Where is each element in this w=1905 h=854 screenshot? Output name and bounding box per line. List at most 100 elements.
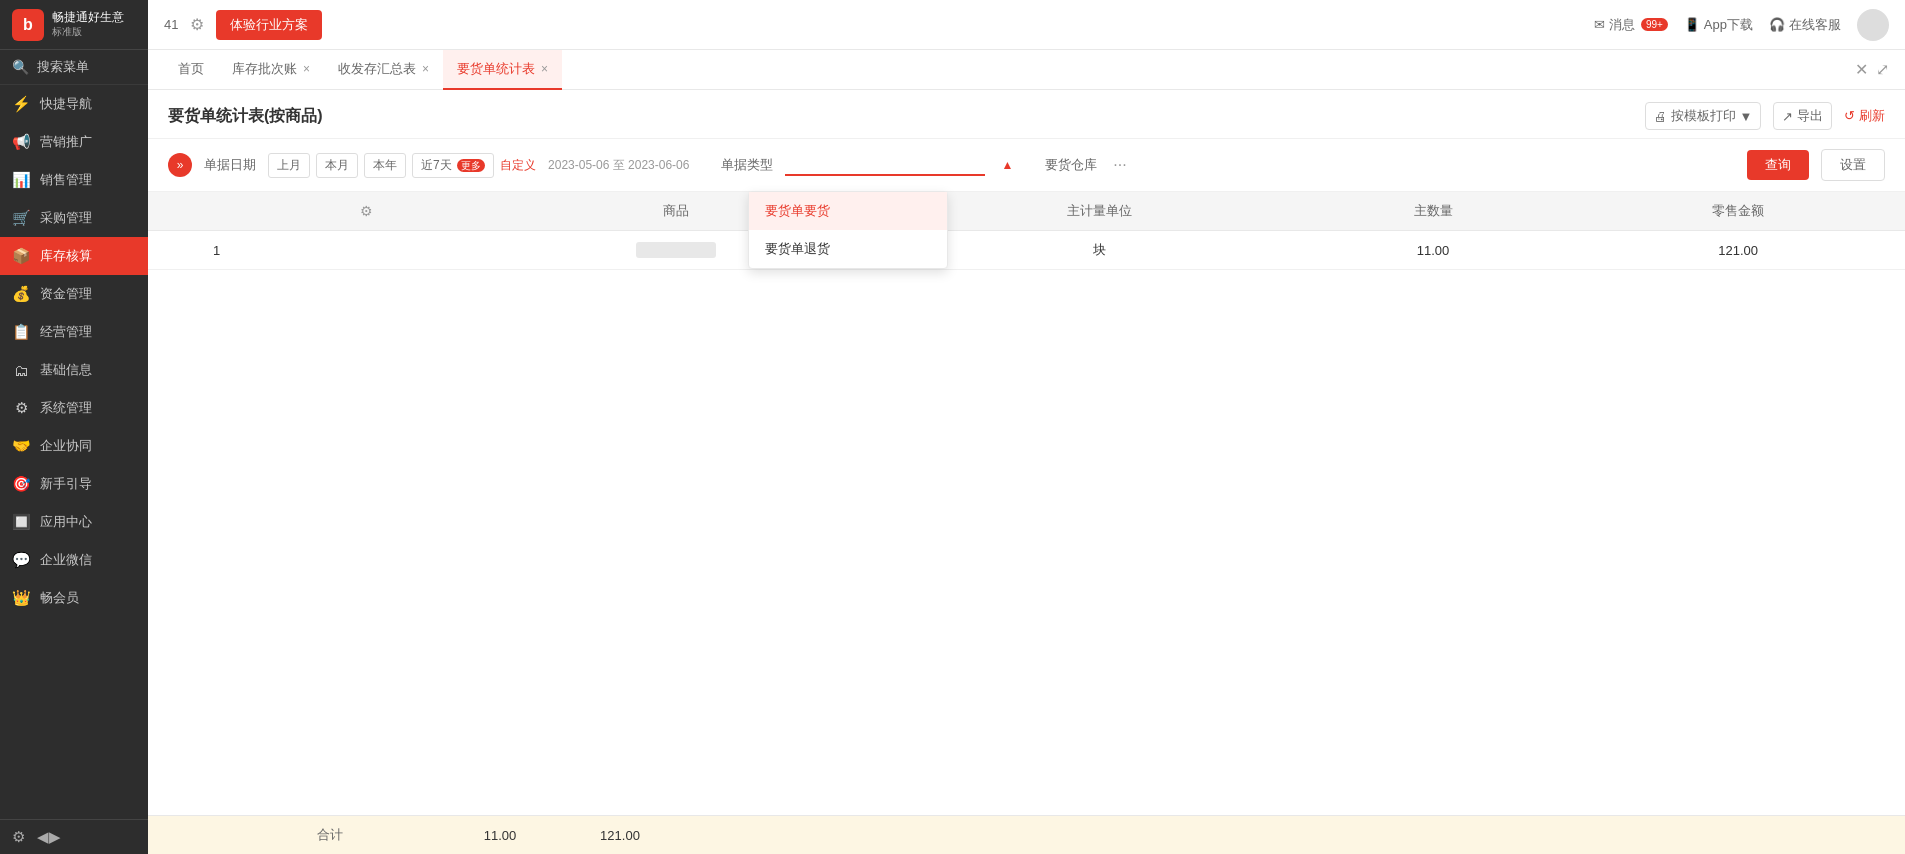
filter-recent-btn[interactable]: 近7天 更多 [412, 153, 494, 178]
tab-batch-ledger-label: 库存批次账 [232, 60, 297, 78]
sidebar-bottom: ⚙ ◀▶ [0, 819, 148, 854]
sidebar-item-wechat[interactable]: 💬 企业微信 [0, 541, 148, 579]
sidebar-item-inventory[interactable]: 📦 库存核算 [0, 237, 148, 275]
online-service-button[interactable]: 🎧 在线客服 [1769, 16, 1841, 34]
filter-type-chevron-up-icon[interactable]: ▲ [1001, 158, 1013, 172]
print-button[interactable]: 🖨 按模板打印 ▼ [1645, 102, 1762, 130]
refresh-button[interactable]: ↺ 刷新 [1844, 107, 1885, 125]
tab-batch-ledger-close[interactable]: × [303, 62, 310, 76]
cell-seq: 1 [148, 231, 285, 270]
search-icon: 🔍 [12, 59, 29, 75]
sidebar-item-base-info[interactable]: 🗂 基础信息 [0, 351, 148, 389]
print-label: 按模板打印 [1671, 107, 1736, 125]
export-button[interactable]: ↗ 导出 [1773, 102, 1832, 130]
messages-label: 消息 [1609, 16, 1635, 34]
cell-settings [285, 231, 447, 270]
print-chevron-icon: ▼ [1740, 109, 1753, 124]
settings-bottom-icon[interactable]: ⚙ [12, 828, 25, 846]
sidebar-item-label: 基础信息 [40, 361, 92, 379]
trial-button[interactable]: 体验行业方案 [216, 10, 322, 40]
messages-button[interactable]: ✉ 消息 99+ [1594, 16, 1668, 34]
tab-maximize-icon[interactable]: ⤢ [1876, 60, 1889, 79]
dropdown-item-order-return[interactable]: 要货单退货 [749, 230, 947, 268]
sidebar-item-sales[interactable]: 📊 销售管理 [0, 161, 148, 199]
sidebar-item-finance[interactable]: 💰 资金管理 [0, 275, 148, 313]
finance-icon: 💰 [12, 285, 30, 303]
page-content: 要货单统计表(按商品) 🖨 按模板打印 ▼ ↗ 导出 ↺ 刷新 [148, 90, 1905, 854]
dropdown-item-label: 要货单要货 [765, 203, 830, 218]
table-footer: 合计 11.00 121.00 [148, 815, 1905, 854]
tab-batch-ledger[interactable]: 库存批次账 × [218, 50, 324, 90]
page-header: 要货单统计表(按商品) 🖨 按模板打印 ▼ ↗ 导出 ↺ 刷新 [148, 90, 1905, 139]
operations-icon: 📋 [12, 323, 30, 341]
sidebar-item-label: 企业协同 [40, 437, 92, 455]
print-icon: 🖨 [1654, 109, 1667, 124]
tab-home[interactable]: 首页 [164, 50, 218, 90]
cell-quantity: 11.00 [1295, 231, 1572, 270]
avatar[interactable] [1857, 9, 1889, 41]
search-menu[interactable]: 🔍 搜索菜单 [0, 50, 148, 85]
sidebar-item-member[interactable]: 👑 畅会员 [0, 579, 148, 617]
tab-collection-label: 收发存汇总表 [338, 60, 416, 78]
filter-date-label: 单据日期 [204, 156, 256, 174]
table-settings-icon[interactable]: ⚙ [360, 203, 373, 219]
tab-order-stats-label: 要货单统计表 [457, 60, 535, 78]
topbar: 41 ⚙ 体验行业方案 ✉ 消息 99+ 📱 App下载 🎧 在线客服 [148, 0, 1905, 50]
col-settings[interactable]: ⚙ [285, 192, 447, 231]
table-container: ⚙ 商品 主计量单位 主数量 零售金额 1 [148, 192, 1905, 815]
sidebar-item-app-center[interactable]: 🔲 应用中心 [0, 503, 148, 541]
sidebar-item-label: 采购管理 [40, 209, 92, 227]
dropdown-item-order-goods[interactable]: 要货单要货 [749, 192, 947, 230]
table-header: ⚙ 商品 主计量单位 主数量 零售金额 [148, 192, 1905, 231]
filter-year-btn[interactable]: 本年 [364, 153, 406, 178]
tab-order-stats-close[interactable]: × [541, 62, 548, 76]
cell-amount: 121.00 [1571, 231, 1905, 270]
sidebar-item-system[interactable]: ⚙ 系统管理 [0, 389, 148, 427]
topbar-settings-icon[interactable]: ⚙ [190, 15, 204, 34]
filter-toggle-icon: » [177, 158, 184, 172]
collapse-icon[interactable]: ◀▶ [37, 828, 61, 846]
purchase-icon: 🛒 [12, 209, 30, 227]
sidebar-item-label: 资金管理 [40, 285, 92, 303]
footer-total-label: 合计 [257, 827, 343, 842]
filter-custom-btn[interactable]: 自定义 [500, 157, 536, 174]
filter-type-input[interactable] [785, 155, 985, 176]
filter-prev-month-btn[interactable]: 上月 [268, 153, 310, 178]
download-icon: 📱 [1684, 17, 1700, 32]
recent-badge: 更多 [457, 159, 485, 172]
col-amount: 零售金额 [1571, 192, 1905, 231]
search-label: 搜索菜单 [37, 58, 89, 76]
product-name-placeholder [636, 242, 716, 258]
filter-current-month-btn[interactable]: 本月 [316, 153, 358, 178]
main-content: 41 ⚙ 体验行业方案 ✉ 消息 99+ 📱 App下载 🎧 在线客服 首页 [148, 0, 1905, 854]
tab-order-stats[interactable]: 要货单统计表 × [443, 50, 562, 90]
sidebar-item-purchase[interactable]: 🛒 采购管理 [0, 199, 148, 237]
sidebar-nav: ⚡ 快捷导航 📢 营销推广 📊 销售管理 🛒 采购管理 📦 库存核算 💰 资金管… [0, 85, 148, 819]
tab-home-label: 首页 [178, 60, 204, 78]
query-button[interactable]: 查询 [1747, 150, 1809, 180]
settings-button[interactable]: 设置 [1821, 149, 1885, 181]
sidebar-item-label: 销售管理 [40, 171, 92, 189]
app-logo: b 畅捷通好生意 标准版 [0, 0, 148, 50]
export-label: 导出 [1797, 107, 1823, 125]
export-icon: ↗ [1782, 109, 1793, 124]
filter-warehouse-dots[interactable]: ··· [1113, 156, 1126, 174]
headset-icon: 🎧 [1769, 17, 1785, 32]
tab-collection-close[interactable]: × [422, 62, 429, 76]
sidebar-item-quick-nav[interactable]: ⚡ 快捷导航 [0, 85, 148, 123]
logo-sub: 标准版 [52, 25, 124, 39]
data-table: ⚙ 商品 主计量单位 主数量 零售金额 1 [148, 192, 1905, 270]
sidebar-item-onboarding[interactable]: 🎯 新手引导 [0, 465, 148, 503]
logo-icon: b [12, 9, 44, 41]
sidebar-item-marketing[interactable]: 📢 营销推广 [0, 123, 148, 161]
filter-toggle-button[interactable]: » [168, 153, 192, 177]
filter-date-range: 2023-05-06 至 2023-06-06 [548, 157, 689, 174]
sidebar-item-label: 畅会员 [40, 589, 79, 607]
dropdown-item-label: 要货单退货 [765, 241, 830, 256]
sidebar-item-enterprise[interactable]: 🤝 企业协同 [0, 427, 148, 465]
tab-close-all-icon[interactable]: ✕ [1855, 60, 1868, 79]
app-download-button[interactable]: 📱 App下载 [1684, 16, 1753, 34]
topbar-breadcrumb: 41 [164, 17, 178, 32]
sidebar-item-operations[interactable]: 📋 经营管理 [0, 313, 148, 351]
tab-collection-summary[interactable]: 收发存汇总表 × [324, 50, 443, 90]
